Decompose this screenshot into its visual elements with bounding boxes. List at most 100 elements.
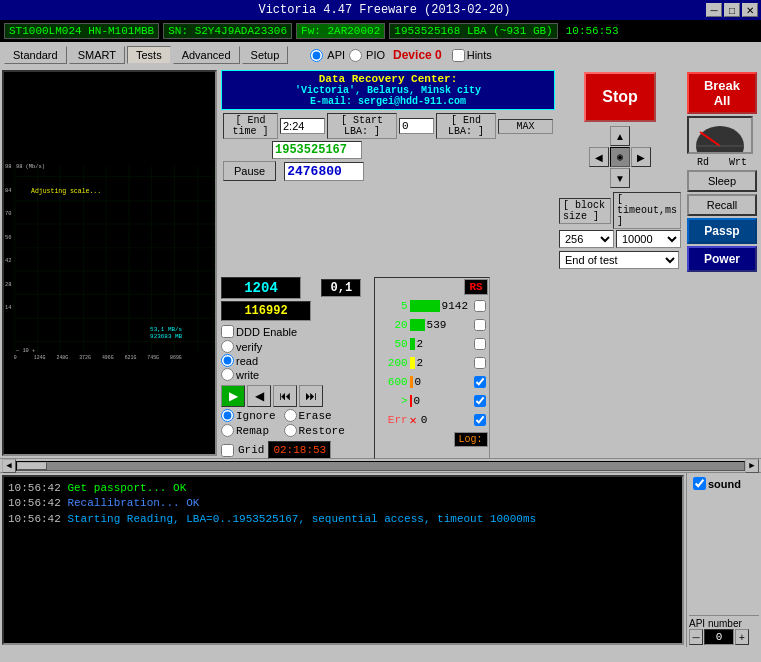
stop-button[interactable]: Stop [584,72,656,122]
hist-label-gt: > [378,395,408,407]
hist-cb-5[interactable] [474,300,486,312]
hist-label-600: 600 [378,376,408,388]
nav-cross: ▲ ◀ ◉ ▶ ▼ [589,126,651,188]
top-controls-row: Data Recovery Center: 'Victoria', Belaru… [221,70,759,274]
passp-button[interactable]: Passp [687,218,757,244]
hist-label-5: 5 [378,300,408,312]
back-button[interactable]: ◀ [247,385,271,407]
tab-smart[interactable]: SMART [69,46,125,64]
big-buttons-section: Break All Rd Wrt Sleep Recall Passp Po [685,70,759,274]
data-recovery-box: Data Recovery Center: 'Victoria', Belaru… [221,70,555,110]
power-button[interactable]: Power [687,246,757,272]
svg-text:Adjusting scale...: Adjusting scale... [31,188,101,195]
api-minus-button[interactable]: ─ [689,629,703,645]
read-radio[interactable] [221,354,234,367]
sleep-button[interactable]: Sleep [687,170,757,192]
nav-center: ◉ [610,147,630,167]
sound-checkbox[interactable] [693,477,706,490]
end-lba-input[interactable] [272,141,362,159]
recall-button[interactable]: Recall [687,194,757,216]
hist-cb-gt[interactable] [474,395,486,407]
window-controls: ─ □ ✕ [706,3,758,17]
log-msg-1: Get passport... OK [67,482,186,494]
read-label[interactable]: read [236,355,258,367]
err-cb[interactable] [474,414,486,426]
verify-label[interactable]: verify [236,341,262,353]
erase-label[interactable]: Erase [299,410,332,422]
hints-label[interactable]: Hints [467,49,492,61]
kbs-unit: kb/s [314,305,340,317]
erase-radio[interactable] [284,409,297,422]
scroll-right-arrow[interactable]: ▶ [745,459,759,473]
rs-label[interactable]: RS [464,279,487,295]
lba-row-3: Pause [223,161,553,181]
svg-text:14: 14 [5,304,12,311]
kbs-row: 116992 kb/s [221,301,372,321]
api-label[interactable]: API [327,49,345,61]
timeout-select[interactable]: 10000 [616,230,681,248]
test-type-select[interactable]: End of test [559,251,679,269]
remap-label[interactable]: Remap [236,425,269,437]
sound-label[interactable]: sound [708,478,741,490]
grid-label[interactable]: Grid [238,444,264,456]
title-bar: Victoria 4.47 Freeware (2013-02-20) ─ □ … [0,0,761,20]
tab-advanced[interactable]: Advanced [173,46,240,64]
api-plus-button[interactable]: + [735,629,749,645]
pio-label[interactable]: PIO [366,49,385,61]
pio-radio[interactable] [349,49,362,62]
remap-radio[interactable] [221,424,234,437]
block-size-select[interactable]: 256 [559,230,614,248]
time-input[interactable] [280,118,325,134]
log-line-2: 10:56:42 Recallibration... OK [8,496,678,511]
write-label[interactable]: write [236,369,259,381]
tab-setup[interactable]: Setup [242,46,289,64]
hist-cb-50[interactable] [474,338,486,350]
grid-checkbox[interactable] [221,444,234,457]
hist-cb-200[interactable] [474,357,486,369]
nav-right[interactable]: ▶ [631,147,651,167]
log-label-container: Log: [376,432,488,447]
log-label[interactable]: Log: [454,432,488,447]
mb-unit: Mb [304,281,318,295]
skip-fwd-button[interactable]: ⏭ [299,385,323,407]
svg-text:496G: 496G [102,355,114,360]
scroll-left-arrow[interactable]: ◀ [2,459,16,473]
scroll-track[interactable] [16,461,745,471]
hist-cb-20[interactable] [474,319,486,331]
restore-row: Restore [284,424,345,437]
tab-tests[interactable]: Tests [127,46,171,64]
play-button[interactable]: ▶ [221,385,245,407]
nav-down[interactable]: ▼ [610,168,630,188]
hints-group: Hints [452,49,492,62]
horizontal-scrollbar[interactable]: ◀ ▶ [0,458,761,472]
pct-unit: % [364,281,371,295]
minimize-button[interactable]: ─ [706,3,722,17]
verify-radio[interactable] [221,340,234,353]
mb-value: 1204 [221,277,301,299]
maximize-button[interactable]: □ [724,3,740,17]
svg-text:124G: 124G [34,355,46,360]
tab-standard[interactable]: Standard [4,46,67,64]
hist-cb-600[interactable] [474,376,486,388]
write-radio[interactable] [221,368,234,381]
restore-radio[interactable] [284,424,297,437]
ignore-remap-col: Ignore Remap [221,409,276,437]
svg-text:923683 MB: 923683 MB [150,333,183,340]
ddd-checkbox[interactable] [221,325,234,338]
api-radio[interactable] [310,49,323,62]
pause-button[interactable]: Pause [223,161,276,181]
hist-bar-50: 2 [410,338,472,350]
scroll-thumb[interactable] [17,462,47,470]
nav-left[interactable]: ◀ [589,147,609,167]
hints-checkbox[interactable] [452,49,465,62]
nav-up[interactable]: ▲ [610,126,630,146]
break-all-button[interactable]: Break All [687,72,757,114]
close-button[interactable]: ✕ [742,3,758,17]
skip-back-button[interactable]: ⏮ [273,385,297,407]
ignore-radio[interactable] [221,409,234,422]
ddd-label[interactable]: DDD Enable [236,326,297,338]
ignore-label[interactable]: Ignore [236,410,276,422]
start-lba-input[interactable] [399,118,434,134]
restore-label[interactable]: Restore [299,425,345,437]
lba-count-input[interactable] [284,162,364,181]
